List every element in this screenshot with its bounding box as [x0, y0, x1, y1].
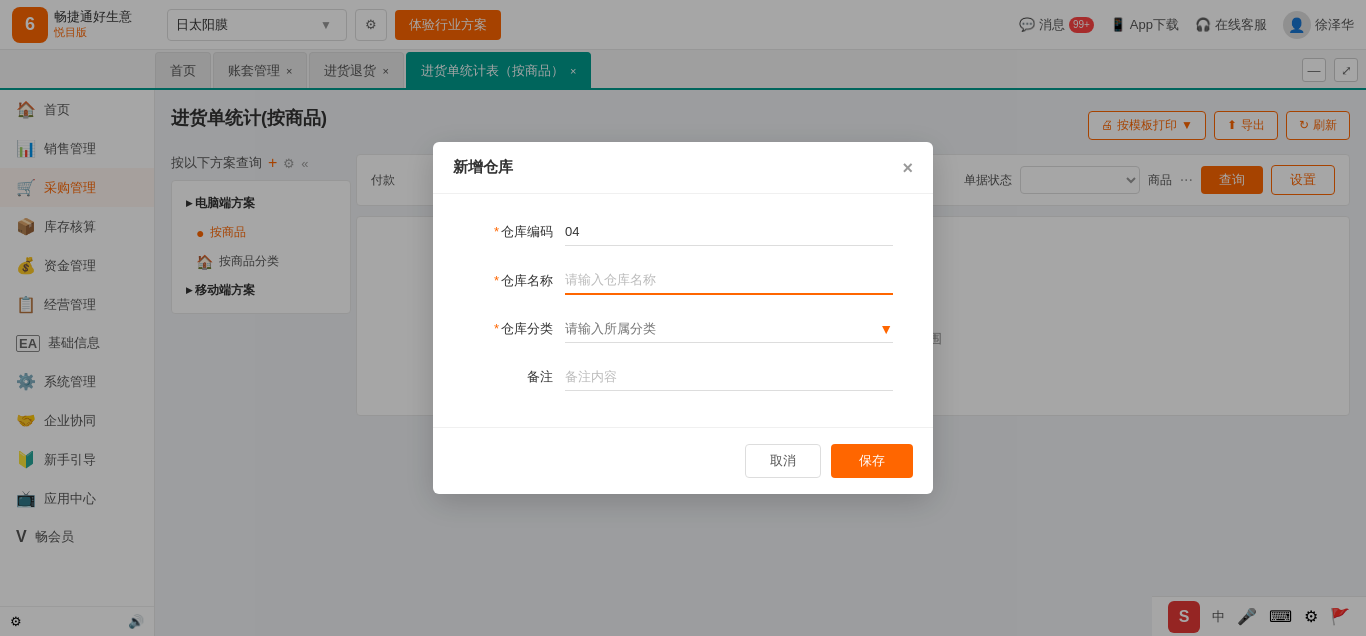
- new-warehouse-modal: 新增仓库 × *仓库编码 *仓库名称 *仓库分类: [433, 142, 933, 494]
- warehouse-category-input[interactable]: [565, 315, 879, 342]
- modal-overlay: 新增仓库 × *仓库编码 *仓库名称 *仓库分类: [0, 0, 1366, 636]
- warehouse-category-select-row[interactable]: ▼: [565, 315, 893, 343]
- form-label-remark: 备注: [473, 368, 553, 386]
- modal-body: *仓库编码 *仓库名称 *仓库分类 ▼: [433, 194, 933, 427]
- form-row-category: *仓库分类 ▼: [473, 315, 893, 343]
- modal-header: 新增仓库 ×: [433, 142, 933, 194]
- cancel-button[interactable]: 取消: [745, 444, 821, 478]
- required-star-name: *: [494, 273, 499, 288]
- form-row-remark: 备注: [473, 363, 893, 391]
- warehouse-remark-input[interactable]: [565, 363, 893, 391]
- modal-title: 新增仓库: [453, 158, 513, 177]
- category-dropdown-icon[interactable]: ▼: [879, 321, 893, 337]
- modal-footer: 取消 保存: [433, 427, 933, 494]
- save-button[interactable]: 保存: [831, 444, 913, 478]
- modal-close-btn[interactable]: ×: [902, 159, 913, 177]
- warehouse-name-input[interactable]: [565, 266, 893, 295]
- form-row-code: *仓库编码: [473, 218, 893, 246]
- form-row-name: *仓库名称: [473, 266, 893, 295]
- form-label-code: *仓库编码: [473, 223, 553, 241]
- required-star-category: *: [494, 321, 499, 336]
- warehouse-code-input[interactable]: [565, 218, 893, 246]
- required-star-code: *: [494, 224, 499, 239]
- form-label-name: *仓库名称: [473, 272, 553, 290]
- form-label-category: *仓库分类: [473, 320, 553, 338]
